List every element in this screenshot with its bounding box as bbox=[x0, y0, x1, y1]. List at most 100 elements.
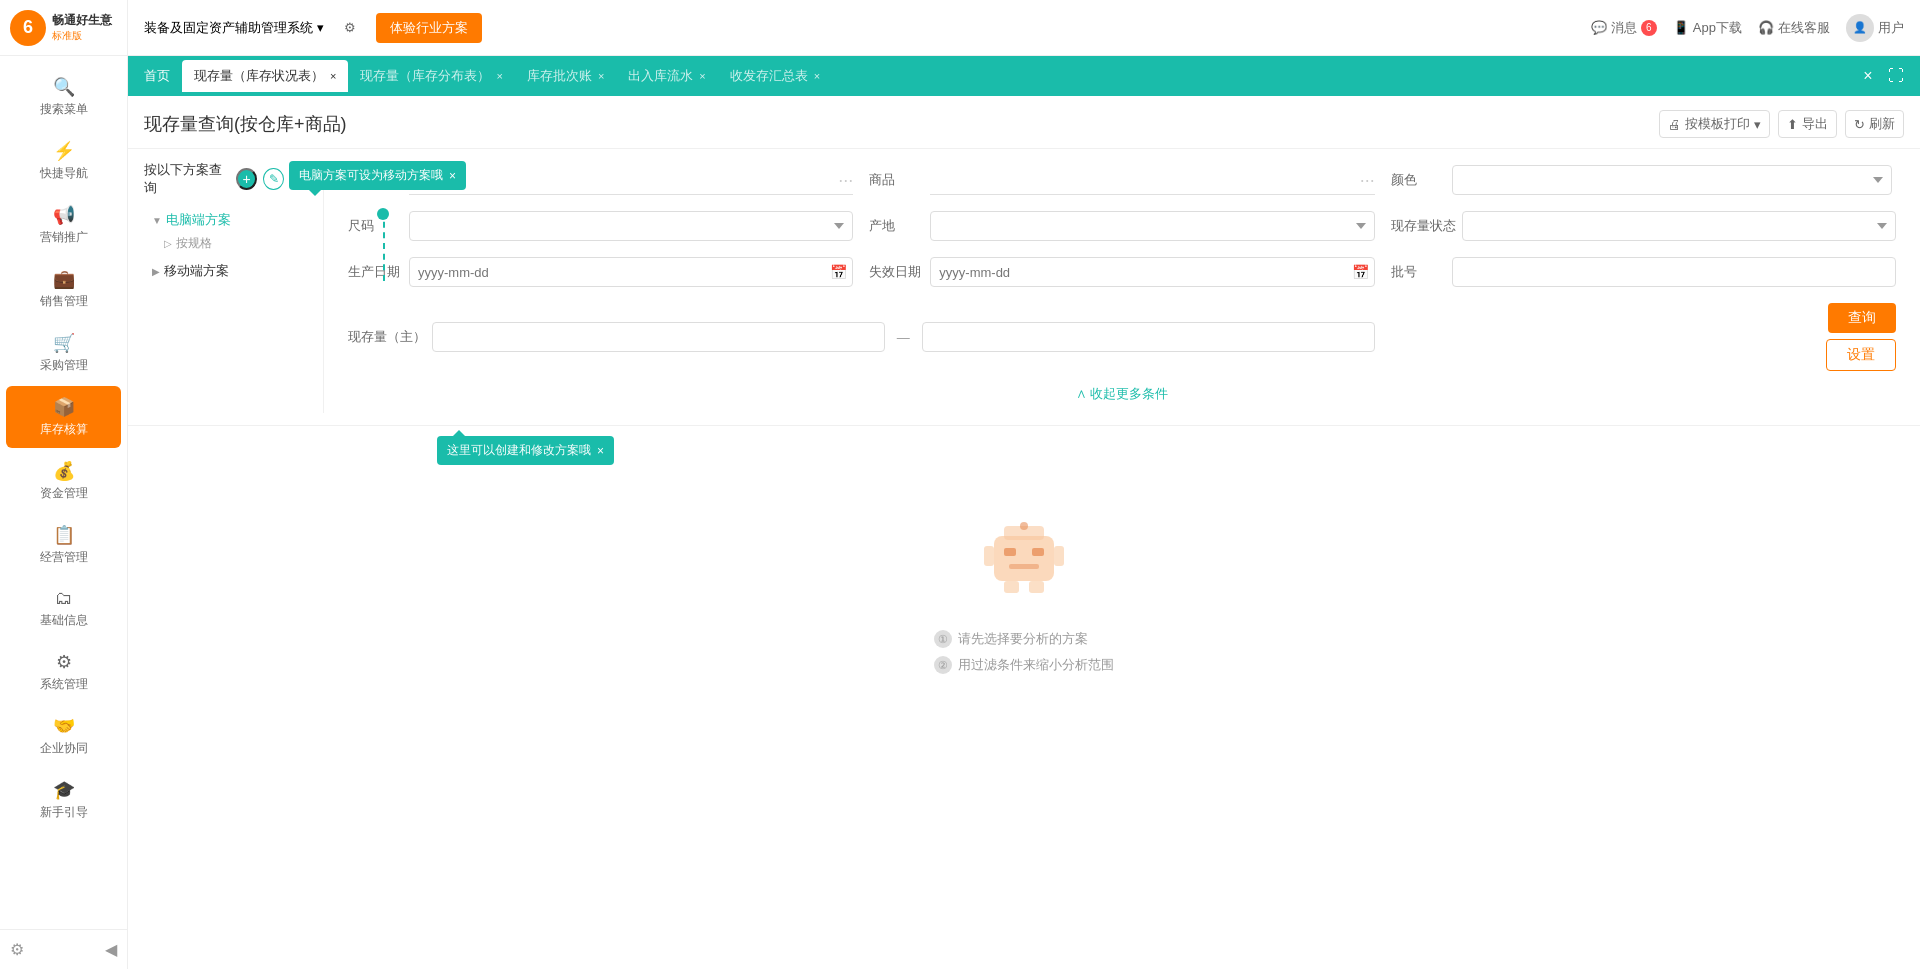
scheme-tooltip-close[interactable]: × bbox=[449, 169, 456, 183]
query-button[interactable]: 查询 bbox=[1828, 303, 1896, 333]
stock-min-input[interactable] bbox=[432, 322, 885, 352]
sidebar-item-inventory[interactable]: 📦 库存核算 bbox=[6, 386, 121, 448]
empty-state: ① 请先选择要分析的方案 ② 用过滤条件来缩小分析范围 bbox=[128, 426, 1920, 758]
sidebar-item-purchase[interactable]: 🛒 采购管理 bbox=[6, 322, 121, 384]
color-select[interactable] bbox=[1452, 165, 1892, 195]
tab-inventory-dist[interactable]: 现存量（库存分布表） × bbox=[348, 60, 514, 92]
warehouse-dots[interactable]: ··· bbox=[838, 171, 853, 189]
collapse-arrow: ▶ bbox=[152, 266, 160, 277]
tab-close-in-out-flow[interactable]: × bbox=[699, 70, 705, 82]
tab-close-batch-ledger[interactable]: × bbox=[598, 70, 604, 82]
corp-icon: 🤝 bbox=[53, 715, 75, 737]
tab-close-all-btn[interactable]: × bbox=[1856, 64, 1880, 88]
tab-close-inventory-dist[interactable]: × bbox=[496, 70, 502, 82]
svg-rect-7 bbox=[1054, 546, 1064, 566]
sidebar-item-search[interactable]: 🔍 搜索菜单 bbox=[6, 66, 121, 128]
sidebar-item-corp[interactable]: 🤝 企业协同 bbox=[6, 705, 121, 767]
base-icon: 🗂 bbox=[55, 588, 73, 609]
produce-date-field: 生产日期 📅 bbox=[340, 253, 861, 291]
size-select[interactable] bbox=[409, 211, 853, 241]
origin-select[interactable] bbox=[930, 211, 1374, 241]
sidebar-nav: 🔍 搜索菜单 ⚡ 快捷导航 📢 营销推广 💼 销售管理 🛒 采购管理 📦 库存核… bbox=[0, 56, 127, 929]
set-button[interactable]: 设置 bbox=[1826, 339, 1896, 371]
tab-close-collect-summary[interactable]: × bbox=[814, 70, 820, 82]
filter-section: 按以下方案查询 + ✎ ⬅ 电脑方案可设为移动方案哦 × bbox=[128, 149, 1920, 426]
expire-date-calendar-icon[interactable]: 📅 bbox=[1352, 264, 1369, 280]
sidebar-item-quick[interactable]: ⚡ 快捷导航 bbox=[6, 130, 121, 192]
sidebar-item-guide[interactable]: 🎓 新手引导 bbox=[6, 769, 121, 831]
collapse-more-btn[interactable]: ∧ 收起更多条件 bbox=[340, 375, 1904, 413]
system-name: 装备及固定资产辅助管理系统 bbox=[144, 19, 313, 37]
tab-collect-summary[interactable]: 收发存汇总表 × bbox=[718, 60, 832, 92]
tab-home[interactable]: 首页 bbox=[132, 60, 182, 92]
svg-rect-9 bbox=[1029, 581, 1044, 593]
add-scheme-btn[interactable]: + bbox=[236, 168, 257, 190]
produce-date-input[interactable] bbox=[409, 257, 853, 287]
goods-input[interactable]: ··· bbox=[930, 165, 1374, 195]
scheme-sub-item[interactable]: ▷ 按规格 bbox=[144, 233, 311, 252]
tab-bar: 首页 现存量（库存状况表） × 现存量（库存分布表） × 库存批次账 × 出入库… bbox=[128, 56, 1920, 96]
collapse-sidebar-btn[interactable]: ◀ bbox=[105, 940, 117, 959]
stock-max-input[interactable] bbox=[922, 322, 1375, 352]
batch-no-input[interactable] bbox=[1452, 257, 1896, 287]
stock-status-select[interactable] bbox=[1462, 211, 1896, 241]
settings-bottom-btn[interactable]: ⚙ bbox=[10, 940, 24, 959]
scheme-tooltip-wrap: 电脑方案可设为移动方案哦 × bbox=[289, 161, 466, 190]
settings-btn[interactable]: ⚙ bbox=[336, 14, 364, 42]
logo-text: 畅通好生意 标准版 bbox=[52, 12, 112, 43]
scheme-item-mobile[interactable]: ▶ 移动端方案 bbox=[144, 258, 311, 284]
warehouse-input[interactable]: ··· bbox=[409, 165, 853, 195]
scheme-tree: ▼ 电脑端方案 ▷ 按规格 ▶ 移动端方案 bbox=[144, 203, 311, 288]
connector-line bbox=[383, 211, 385, 281]
svg-rect-6 bbox=[984, 546, 994, 566]
chevron-down-icon: ▾ bbox=[317, 20, 324, 35]
empty-hints: ① 请先选择要分析的方案 ② 用过滤条件来缩小分析范围 bbox=[934, 626, 1114, 678]
sidebar-item-base[interactable]: 🗂 基础信息 bbox=[6, 578, 121, 639]
svg-rect-2 bbox=[1032, 548, 1044, 556]
size-field: 尺码 bbox=[340, 207, 861, 245]
svg-rect-3 bbox=[1009, 564, 1039, 569]
guide-icon: 🎓 bbox=[53, 779, 75, 801]
avatar: 👤 bbox=[1846, 14, 1874, 42]
tab-maximize-btn[interactable]: ⛶ bbox=[1884, 64, 1908, 88]
sidebar-item-system[interactable]: ⚙ 系统管理 bbox=[6, 641, 121, 703]
edit-tooltip-close[interactable]: × bbox=[597, 444, 604, 458]
refresh-btn[interactable]: ↻ 刷新 bbox=[1845, 110, 1904, 138]
svg-rect-1 bbox=[1004, 548, 1016, 556]
page-header: 现存量查询(按仓库+商品) 🖨 按模板打印 ▾ ⬆ 导出 ↻ 刷新 bbox=[128, 96, 1920, 149]
scheme-item-desktop[interactable]: ▼ 电脑端方案 bbox=[144, 207, 311, 233]
system-selector[interactable]: 装备及固定资产辅助管理系统 ▾ bbox=[144, 19, 324, 37]
edit-scheme-btn[interactable]: ✎ bbox=[263, 168, 284, 190]
trial-button[interactable]: 体验行业方案 bbox=[376, 13, 482, 43]
online-service-btn[interactable]: 🎧 在线客服 bbox=[1758, 19, 1830, 37]
sidebar-item-operations[interactable]: 📋 经营管理 bbox=[6, 514, 121, 576]
sidebar-item-finance[interactable]: 💰 资金管理 bbox=[6, 450, 121, 512]
message-btn[interactable]: 💬 消息 6 bbox=[1591, 19, 1657, 37]
tab-batch-ledger[interactable]: 库存批次账 × bbox=[515, 60, 616, 92]
empty-illustration bbox=[974, 506, 1074, 606]
filter-fields: 仓库 ··· 商品 ··· bbox=[324, 161, 1904, 413]
expire-date-input[interactable] bbox=[930, 257, 1374, 287]
empty-hint-1: ① 请先选择要分析的方案 bbox=[934, 626, 1114, 652]
empty-hint-2: ② 用过滤条件来缩小分析范围 bbox=[934, 652, 1114, 678]
tab-close-inventory-status[interactable]: × bbox=[330, 70, 336, 82]
goods-field: 商品 ··· bbox=[861, 161, 1382, 199]
tab-bar-actions: × ⛶ bbox=[1856, 64, 1916, 88]
tab-inventory-status[interactable]: 现存量（库存状况表） × bbox=[182, 60, 348, 92]
logo-area: 6 畅通好生意 标准版 bbox=[0, 0, 127, 56]
print-template-btn[interactable]: 🖨 按模板打印 ▾ bbox=[1659, 110, 1770, 138]
header-left: 装备及固定资产辅助管理系统 ▾ ⚙ 体验行业方案 bbox=[144, 13, 482, 43]
logo-icon: 6 bbox=[10, 10, 46, 46]
app-download-btn[interactable]: 📱 App下载 bbox=[1673, 19, 1742, 37]
header-right: 💬 消息 6 📱 App下载 🎧 在线客服 👤 用户 bbox=[1591, 14, 1904, 42]
sidebar-item-sales[interactable]: 💼 销售管理 bbox=[6, 258, 121, 320]
goods-dots[interactable]: ··· bbox=[1360, 171, 1375, 189]
edit-tooltip: 这里可以创建和修改方案哦 × bbox=[437, 436, 614, 465]
tab-in-out-flow[interactable]: 出入库流水 × bbox=[616, 60, 717, 92]
sidebar-item-marketing[interactable]: 📢 营销推广 bbox=[6, 194, 121, 256]
stock-main-field: 现存量（主） — bbox=[340, 318, 1383, 356]
purchase-icon: 🛒 bbox=[53, 332, 75, 354]
export-btn[interactable]: ⬆ 导出 bbox=[1778, 110, 1837, 138]
user-menu[interactable]: 👤 用户 bbox=[1846, 14, 1904, 42]
produce-date-calendar-icon[interactable]: 📅 bbox=[830, 264, 847, 280]
